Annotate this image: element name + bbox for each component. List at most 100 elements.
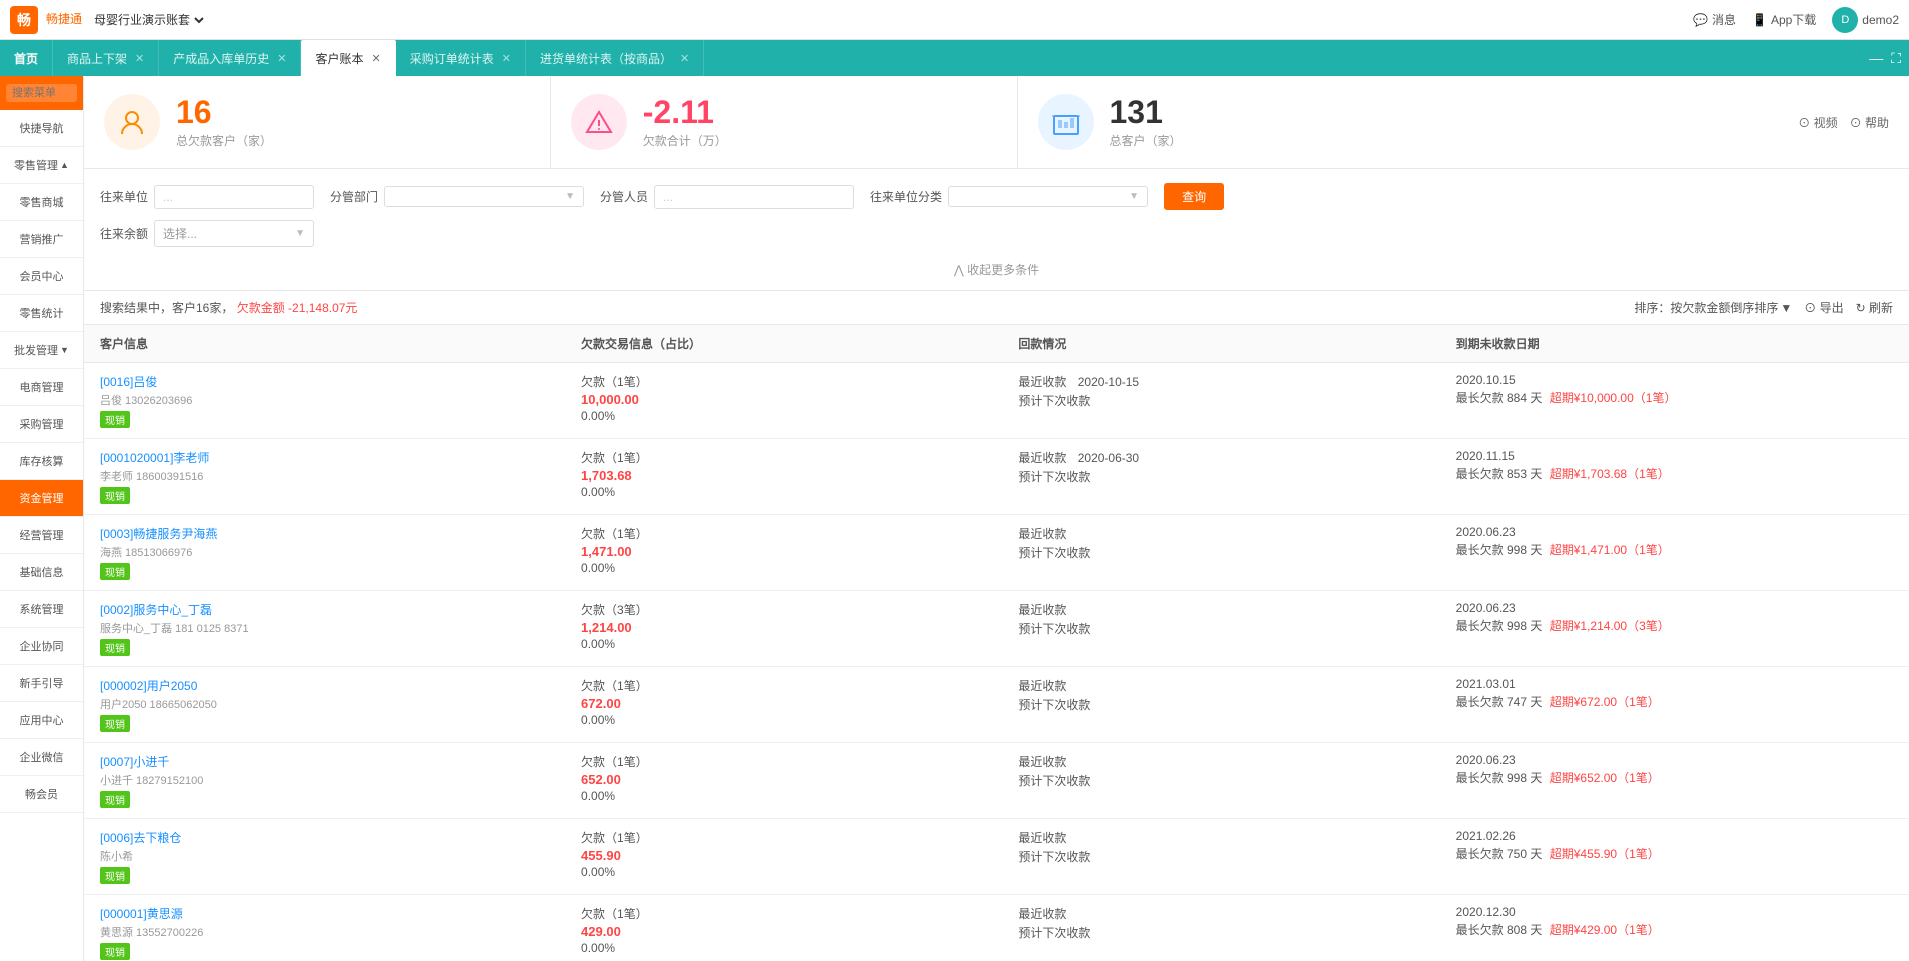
results-debt: 欠款金额 -21,148.07元 <box>237 301 358 315</box>
payback-info-5: 最近收款 预计下次收款 <box>1018 753 1455 791</box>
tab-products-close[interactable]: ✕ <box>135 52 144 65</box>
company-select[interactable]: 母婴行业演示账套 <box>90 12 207 28</box>
query-button[interactable]: 查询 <box>1164 183 1224 210</box>
filter-supplier-input[interactable]: ... <box>154 185 314 209</box>
sidebar-item-retail-mgmt-label: 零售管理 <box>14 157 58 173</box>
tab-incoming-close[interactable]: ✕ <box>680 52 689 65</box>
tab-customer-account[interactable]: 客户账本 ✕ <box>301 40 395 76</box>
customer-info-1: [0001020001]李老师 李老师 18600391516 现销 <box>100 449 581 504</box>
debt-info-2: 欠款（1笔） 1,471.00 0.00% <box>581 525 1018 575</box>
sidebar-item-ops[interactable]: 经营管理 <box>0 517 83 554</box>
customer-name-5[interactable]: [0007]小进千 <box>100 755 169 769</box>
user-btn[interactable]: D demo2 <box>1832 7 1899 33</box>
refresh-btn[interactable]: ↻ 刷新 <box>1856 299 1893 316</box>
sidebar-item-finance[interactable]: 资金管理 <box>0 480 83 517</box>
payback-info-1: 最近收款 2020-06-30 预计下次收款 <box>1018 449 1455 487</box>
app-name: 畅捷通 <box>46 12 82 26</box>
overdue-days-4: 最长欠款 747 天 超期¥672.00（1笔） <box>1456 693 1893 710</box>
sidebar-item-purchase-label: 采购管理 <box>20 419 64 431</box>
next-payment-1: 预计下次收款 <box>1018 468 1455 485</box>
sidebar-item-ecommerce-label: 电商管理 <box>20 382 64 394</box>
export-btn[interactable]: ⊙ 导出 <box>1804 299 1843 316</box>
tab-purchase-order[interactable]: 采购订单统计表 ✕ <box>396 40 526 76</box>
sidebar-item-apps[interactable]: 应用中心 <box>0 702 83 739</box>
customer-name-3[interactable]: [0002]服务中心_丁磊 <box>100 603 212 617</box>
tab-customer-account-close[interactable]: ✕ <box>372 52 381 65</box>
filter-manager-input[interactable]: ... <box>654 185 854 209</box>
tab-incoming-label: 进货单统计表（按商品） <box>540 50 672 67</box>
sidebar-item-purchase[interactable]: 采购管理 <box>0 406 83 443</box>
sidebar-item-ecommerce[interactable]: 电商管理 <box>0 369 83 406</box>
overdue-link-3[interactable]: 超期¥1,214.00（3笔） <box>1550 619 1670 633</box>
stat-icon-debt <box>571 94 627 150</box>
tab-fullscreen-icon[interactable]: ⛶ <box>1891 50 1901 67</box>
sidebar-item-retail-mgmt[interactable]: 零售管理 ▲ <box>0 147 83 184</box>
overdue-link-1[interactable]: 超期¥1,703.68（1笔） <box>1550 467 1670 481</box>
sort-btn[interactable]: 排序：按欠款金额倒序排序 ▼ <box>1634 299 1792 316</box>
filter-category: 往来单位分类 ▼ <box>870 186 1148 207</box>
sidebar-item-wechat[interactable]: 企业微信 <box>0 739 83 776</box>
overdue-link-5[interactable]: 超期¥652.00（1笔） <box>1550 771 1660 785</box>
customer-name-4[interactable]: [000002]用户2050 <box>100 679 197 693</box>
message-btn[interactable]: 💬 消息 <box>1693 11 1736 28</box>
filter-dept-label: 分管部门 <box>330 188 378 205</box>
filter-category-input[interactable]: ▼ <box>948 186 1148 207</box>
sidebar-item-member[interactable]: 会员中心 <box>0 258 83 295</box>
overdue-link-4[interactable]: 超期¥672.00（1笔） <box>1550 695 1660 709</box>
stat-card-total: 131 总客户（家） ⊙ 视频 ⊙ 帮助 <box>1018 76 1909 168</box>
help-btn[interactable]: ⊙ 帮助 <box>1850 114 1889 131</box>
tab-production-close[interactable]: ✕ <box>277 52 286 65</box>
overdue-link-6[interactable]: 超期¥455.90（1笔） <box>1550 847 1660 861</box>
sidebar-search-input[interactable] <box>6 84 77 102</box>
sidebar-item-system[interactable]: 系统管理 <box>0 591 83 628</box>
customer-name-6[interactable]: [0006]去下粮仓 <box>100 831 181 845</box>
customer-tag-3: 现销 <box>100 639 130 656</box>
sidebar-item-quick-nav[interactable]: 快捷导航 <box>0 110 83 147</box>
stat-card-debt: -2.11 欠款合计（万） <box>551 76 1018 168</box>
tab-incoming[interactable]: 进货单统计表（按商品） ✕ <box>526 40 704 76</box>
view-btn[interactable]: ⊙ 视频 <box>1798 114 1837 131</box>
customer-name-1[interactable]: [0001020001]李老师 <box>100 451 209 465</box>
download-icon: 📱 <box>1752 13 1767 27</box>
tab-home[interactable]: 首页 <box>0 40 53 76</box>
filter-dept-input[interactable]: ▼ <box>384 186 584 207</box>
sidebar-item-newbie[interactable]: 新手引导 <box>0 665 83 702</box>
overdue-info-6: 2021.02.26 最长欠款 750 天 超期¥455.90（1笔） <box>1456 829 1893 862</box>
sidebar-item-retail-store[interactable]: 零售商城 <box>0 184 83 221</box>
sidebar-item-marketing[interactable]: 营销推广 <box>0 221 83 258</box>
message-icon: 💬 <box>1693 13 1708 27</box>
customer-contact-7: 黄思源 13552700226 <box>100 924 581 940</box>
sidebar-item-basic[interactable]: 基础信息 <box>0 554 83 591</box>
customer-name-2[interactable]: [0003]畅捷服务尹海燕 <box>100 527 217 541</box>
overdue-link-7[interactable]: 超期¥429.00（1笔） <box>1550 923 1660 937</box>
tab-production-label: 产成品入库单历史 <box>173 50 269 67</box>
customer-info-7: [000001]黄思源 黄思源 13552700226 现销 <box>100 905 581 960</box>
sidebar-item-inventory[interactable]: 库存核算 <box>0 443 83 480</box>
app-download-btn[interactable]: 📱 App下载 <box>1752 11 1816 28</box>
overdue-date-1: 2020.11.15 <box>1456 449 1893 463</box>
sidebar-item-vip[interactable]: 畅会员 <box>0 776 83 813</box>
collapse-btn[interactable]: ⋀ 收起更多条件 <box>954 263 1039 277</box>
customer-tag-5: 现销 <box>100 791 130 808</box>
tab-products[interactable]: 商品上下架 ✕ <box>53 40 159 76</box>
next-payment-3: 预计下次收款 <box>1018 620 1455 637</box>
collapse-row: ⋀ 收起更多条件 <box>100 257 1893 282</box>
sidebar-item-enterprise[interactable]: 企业协同 <box>0 628 83 665</box>
sidebar-search-area <box>0 76 83 110</box>
customer-name-7[interactable]: [000001]黄思源 <box>100 907 183 921</box>
overdue-link-0[interactable]: 超期¥10,000.00（1笔） <box>1550 391 1677 405</box>
overdue-link-2[interactable]: 超期¥1,471.00（1笔） <box>1550 543 1670 557</box>
tab-production[interactable]: 产成品入库单历史 ✕ <box>159 40 301 76</box>
tab-collapse-icon[interactable]: — <box>1869 50 1883 66</box>
stat-content-customers: 16 总欠款客户（家） <box>176 96 530 149</box>
col-header-debt: 欠款交易信息（占比） <box>581 335 1018 352</box>
next-payment-2: 预计下次收款 <box>1018 544 1455 561</box>
customer-name-0[interactable]: [0016]吕俊 <box>100 375 157 389</box>
sidebar-item-batch-mgmt[interactable]: 批发管理 ▼ <box>0 332 83 369</box>
sidebar-item-retail-stats[interactable]: 零售统计 <box>0 295 83 332</box>
tab-purchase-order-close[interactable]: ✕ <box>502 52 511 65</box>
overdue-days-7: 最长欠款 808 天 超期¥429.00（1笔） <box>1456 921 1893 938</box>
stat-label-debt: 欠款合计（万） <box>643 132 997 149</box>
debt-amount-4: 672.00 <box>581 696 1018 711</box>
filter-balance-select[interactable]: 选择... ▼ <box>154 220 314 247</box>
